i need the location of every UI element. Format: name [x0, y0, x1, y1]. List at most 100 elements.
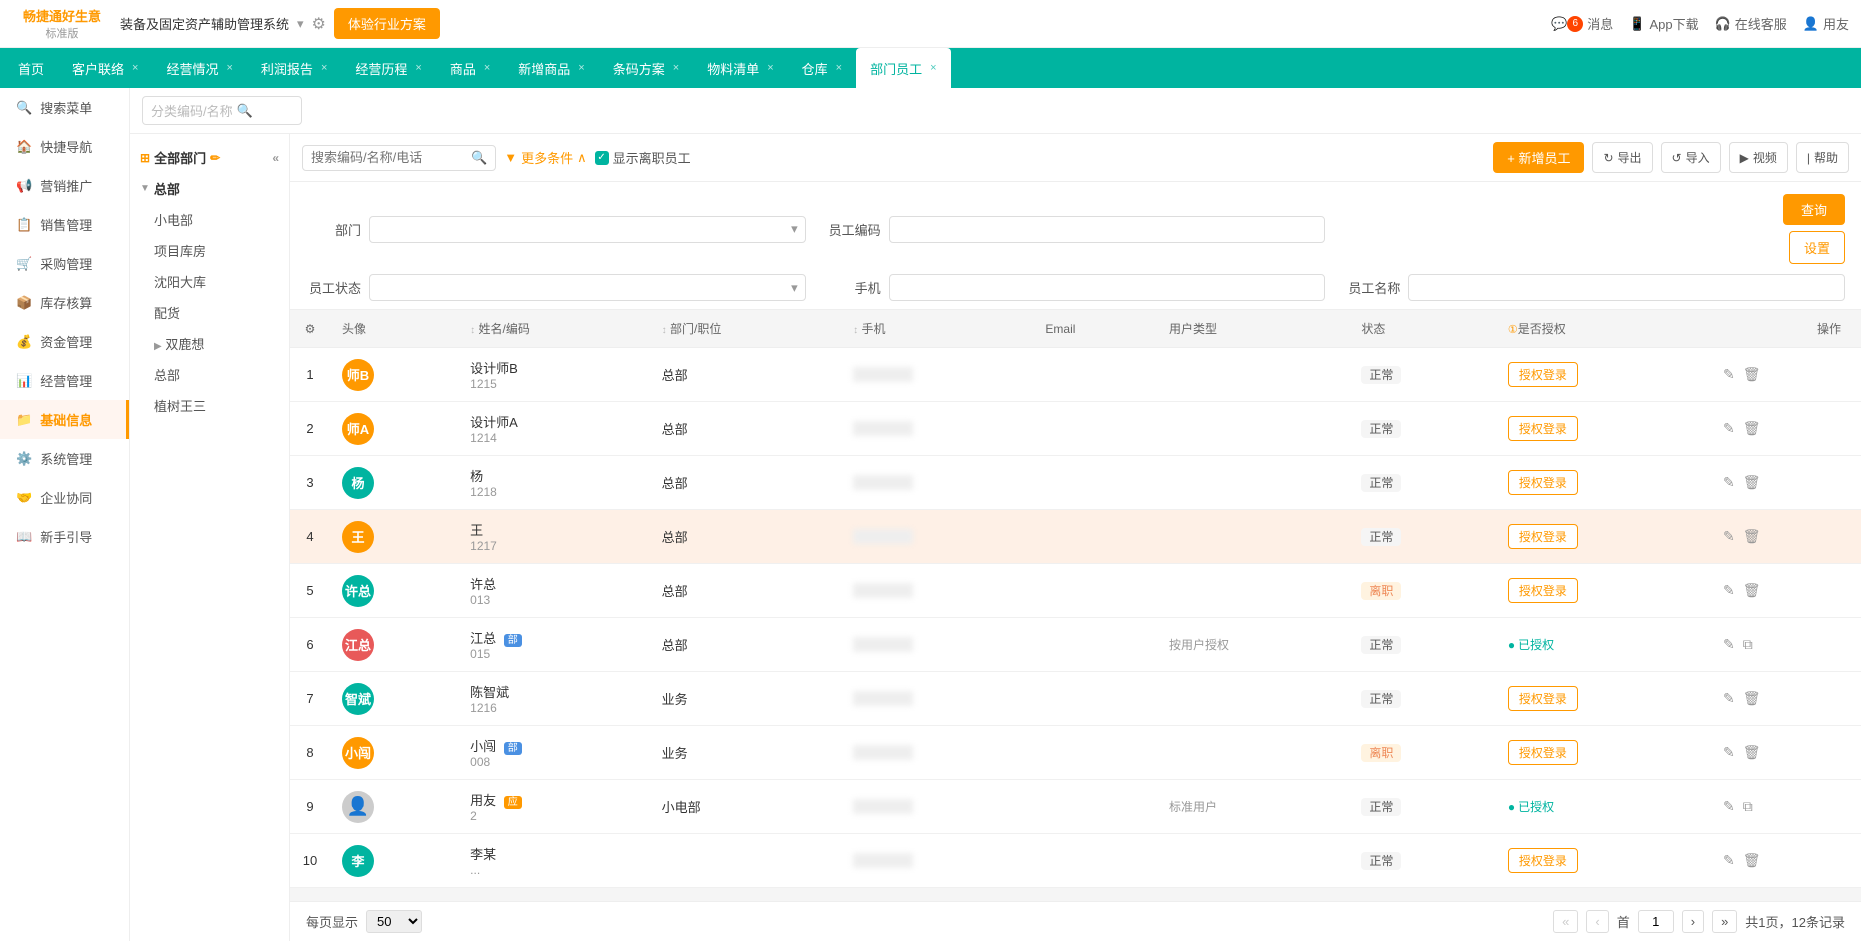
dropdown-arrow-icon[interactable]: ▾	[297, 16, 304, 32]
dept-section-headquarters[interactable]: ▼ 总部	[130, 173, 289, 204]
delete-icon[interactable]: 🗑	[1743, 474, 1761, 491]
edit-icon[interactable]: ✎	[1723, 690, 1735, 707]
trial-button[interactable]: 体验行业方案	[334, 8, 440, 39]
col-dept-position[interactable]: ↕ 部门/职位	[650, 310, 842, 348]
page-input[interactable]	[1638, 910, 1674, 933]
close-icon[interactable]: ×	[578, 62, 584, 74]
tab-barcode[interactable]: 条码方案×	[599, 48, 693, 88]
edit-icon[interactable]: ✎	[1723, 852, 1735, 869]
filter-emp-status-select-wrap[interactable]: ▾	[369, 274, 806, 301]
show-resigned-checkbox[interactable]: ✓	[595, 151, 609, 165]
search-button[interactable]: 查询	[1783, 194, 1845, 225]
delete-icon[interactable]: 🗑	[1743, 582, 1761, 599]
tab-profit[interactable]: 利润报告×	[247, 48, 341, 88]
sort-dept-icon[interactable]: ↕	[662, 325, 667, 336]
close-icon[interactable]: ×	[484, 62, 490, 74]
auth-button[interactable]: 授权登录	[1508, 686, 1578, 711]
delete-icon[interactable]: 🗑	[1743, 528, 1761, 545]
edit-icon[interactable]: ✎	[1723, 582, 1735, 599]
close-icon[interactable]: ×	[836, 62, 842, 74]
sidebar-item-purchase[interactable]: 🛒 采购管理	[0, 244, 129, 283]
edit-icon[interactable]: ✎	[1723, 528, 1735, 545]
close-icon[interactable]: ×	[673, 62, 679, 74]
filter-emp-code-input[interactable]	[889, 216, 1326, 243]
delete-icon[interactable]: 🗑	[1743, 690, 1761, 707]
message-icon-area[interactable]: 💬 6 消息	[1551, 14, 1613, 33]
dept-item-zongbu[interactable]: 总部	[130, 359, 289, 390]
edit-icon[interactable]: ✎	[1723, 744, 1735, 761]
auth-button[interactable]: 授权登录	[1508, 470, 1578, 495]
view-button[interactable]: ▶ 视频	[1729, 142, 1788, 173]
sidebar-item-capital[interactable]: 💰 资金管理	[0, 322, 129, 361]
app-download-area[interactable]: 📱 App下载	[1629, 14, 1698, 33]
col-settings[interactable]: ⚙	[290, 310, 330, 348]
filter-phone-input[interactable]	[889, 274, 1326, 301]
sidebar-item-sales[interactable]: 📋 销售管理	[0, 205, 129, 244]
first-page-button[interactable]: «	[1553, 910, 1578, 933]
auth-button[interactable]: 授权登录	[1508, 362, 1578, 387]
auth-button[interactable]: 授权登录	[1508, 524, 1578, 549]
export-button[interactable]: ↻ 导出	[1592, 142, 1652, 173]
gear-icon[interactable]: ⚙	[312, 14, 326, 34]
auth-button[interactable]: 授权登录	[1508, 848, 1578, 873]
close-icon[interactable]: ×	[132, 62, 138, 74]
sidebar-item-search[interactable]: 🔍 搜索菜单	[0, 88, 129, 127]
next-page-button[interactable]: ›	[1682, 910, 1704, 933]
close-icon[interactable]: ×	[415, 62, 421, 74]
more-conditions-button[interactable]: ▼ 更多条件 ∧	[504, 148, 586, 167]
close-icon[interactable]: ×	[767, 62, 773, 74]
dept-item-zhishu[interactable]: 植树王三	[130, 390, 289, 421]
copy-icon[interactable]: ⧉	[1743, 798, 1753, 815]
per-page-select[interactable]: 50 20 100	[366, 910, 422, 933]
edit-icon[interactable]: ✎	[1723, 366, 1735, 383]
prev-page-button[interactable]: ‹	[1586, 910, 1608, 933]
filter-emp-status-select[interactable]	[369, 274, 806, 301]
search-input-wrap[interactable]: 🔍	[302, 145, 496, 171]
edit-icon[interactable]: ✎	[1723, 474, 1735, 491]
col-name-code[interactable]: ↕ 姓名/编码	[458, 310, 650, 348]
sidebar-item-operations[interactable]: 📊 经营管理	[0, 361, 129, 400]
tab-warehouse[interactable]: 仓库×	[788, 48, 856, 88]
tab-home[interactable]: 首页	[4, 48, 58, 88]
tab-dept-staff[interactable]: 部门员工×	[856, 48, 950, 88]
sidebar-item-guide[interactable]: 📖 新手引导	[0, 517, 129, 556]
classify-search-wrap[interactable]: 分类编码/名称 🔍	[142, 96, 302, 125]
dept-item-peihuo[interactable]: 配货	[130, 297, 289, 328]
set-button[interactable]: 设置	[1789, 231, 1845, 264]
tab-add-goods[interactable]: 新增商品×	[504, 48, 598, 88]
edit-icon[interactable]: ✎	[1723, 798, 1735, 815]
delete-icon[interactable]: 🗑	[1743, 744, 1761, 761]
add-employee-button[interactable]: + 新增员工	[1493, 142, 1584, 173]
dept-item-shuanglu[interactable]: ▶ 双鹿想	[130, 328, 289, 359]
sort-name-icon[interactable]: ↕	[470, 325, 475, 336]
import-button[interactable]: ↺ 导入	[1661, 142, 1721, 173]
auth-button[interactable]: 授权登录	[1508, 578, 1578, 603]
filter-dept-select[interactable]	[369, 216, 806, 243]
collapse-dept-icon[interactable]: «	[272, 151, 279, 165]
edit-icon[interactable]: ✎	[1723, 420, 1735, 437]
online-service-area[interactable]: 🎧 在线客服	[1715, 14, 1787, 33]
edit-dept-icon[interactable]: ✏	[210, 151, 220, 165]
sidebar-item-quick-nav[interactable]: 🏠 快捷导航	[0, 127, 129, 166]
auth-button[interactable]: 授权登录	[1508, 416, 1578, 441]
sidebar-item-basic-info[interactable]: 📁 基础信息	[0, 400, 129, 439]
tab-customer[interactable]: 客户联络×	[58, 48, 152, 88]
sidebar-item-inventory[interactable]: 📦 库存核算	[0, 283, 129, 322]
sort-phone-icon[interactable]: ↕	[853, 325, 858, 336]
sidebar-item-system[interactable]: ⚙️ 系统管理	[0, 439, 129, 478]
dept-item-shenyang[interactable]: 沈阳大库	[130, 266, 289, 297]
delete-icon[interactable]: 🗑	[1743, 366, 1761, 383]
show-resigned-toggle[interactable]: ✓ 显示离职员工	[595, 148, 691, 167]
last-page-button[interactable]: »	[1712, 910, 1737, 933]
dept-item-project[interactable]: 项目库房	[130, 235, 289, 266]
tab-operations[interactable]: 经营情况×	[152, 48, 246, 88]
delete-icon[interactable]: 🗑	[1743, 420, 1761, 437]
auth-button[interactable]: 授权登录	[1508, 740, 1578, 765]
user-area[interactable]: 👤 用友	[1803, 14, 1849, 33]
tab-bom[interactable]: 物料清单×	[693, 48, 787, 88]
close-icon[interactable]: ×	[226, 62, 232, 74]
dept-item-xiaodianzou[interactable]: 小电部	[130, 204, 289, 235]
col-phone[interactable]: ↕ 手机	[841, 310, 1033, 348]
search-input[interactable]	[311, 150, 471, 165]
tab-goods[interactable]: 商品×	[436, 48, 504, 88]
